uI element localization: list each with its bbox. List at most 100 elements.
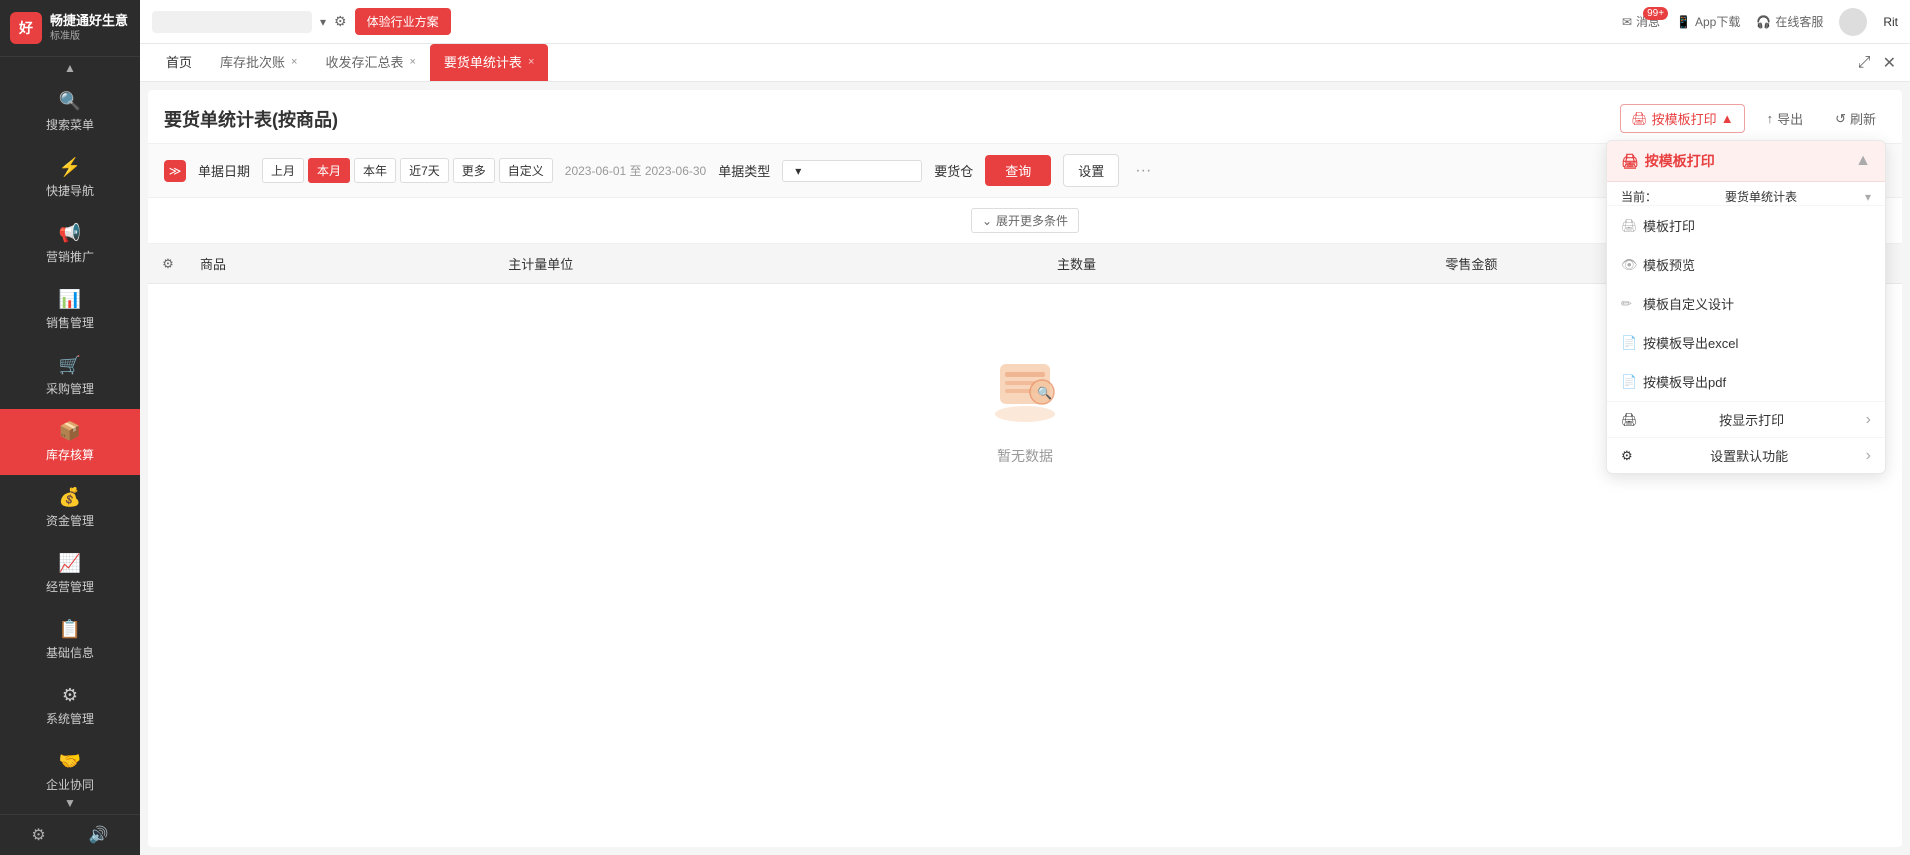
template-custom-label: 模板自定义设计 bbox=[1643, 294, 1734, 313]
print-dropdown-close-btn[interactable]: ▲ bbox=[1855, 152, 1871, 170]
refresh-label: 刷新 bbox=[1850, 109, 1876, 128]
date-buttons: 上月 本月 本年 近7天 更多 自定义 bbox=[262, 158, 553, 183]
expand-icon: ⌄ bbox=[982, 214, 992, 228]
current-template-label: 当前： 要货单统计表 ▾ bbox=[1607, 182, 1885, 206]
date-btn-more[interactable]: 更多 bbox=[453, 158, 495, 183]
print-icon: 🖨 bbox=[1631, 111, 1648, 127]
tab-inventory-batch[interactable]: 库存批次账 × bbox=[206, 44, 311, 81]
tab-inventory-batch-label: 库存批次账 bbox=[220, 52, 285, 71]
purchase-icon: 🛒 bbox=[59, 355, 81, 376]
dropdown-item-template-preview[interactable]: 👁 模板预览 bbox=[1607, 245, 1885, 284]
sidebar-speaker-btn[interactable]: 🔊 bbox=[89, 825, 109, 845]
sidebar-item-sales[interactable]: 📊 销售管理 bbox=[0, 277, 140, 343]
service-label: 在线客服 bbox=[1775, 13, 1823, 30]
main-area: ▾ ⚙ 体验行业方案 ✉ 消息 99+ 📱 App下载 🎧 在线客服 Rit 首… bbox=[140, 0, 1910, 855]
sidebar-item-marketing[interactable]: 📢 营销推广 bbox=[0, 211, 140, 277]
sidebar-item-finance[interactable]: 💰 资金管理 bbox=[0, 475, 140, 541]
print-dropdown: 🖨 按模板打印 ▲ 当前： 要货单统计表 ▾ 🖨 模板打印 👁 模板预览 ✏ 模 bbox=[1606, 140, 1886, 474]
app-logo: 好 畅捷通好生意 标准版 bbox=[0, 0, 140, 57]
sidebar-item-label: 企业协同 bbox=[46, 776, 94, 792]
date-btn-this-year[interactable]: 本年 bbox=[354, 158, 396, 183]
search-input[interactable] bbox=[152, 11, 312, 33]
corp-icon: 🤝 bbox=[59, 751, 81, 772]
system-icon: ⚙ bbox=[62, 685, 78, 706]
sidebar-item-search[interactable]: 🔍 搜索菜单 bbox=[0, 79, 140, 145]
tab-receivable-summary-close[interactable]: × bbox=[409, 56, 415, 68]
tab-maximize-btn[interactable]: ⤢ bbox=[1856, 52, 1873, 74]
trial-button[interactable]: 体验行业方案 bbox=[355, 8, 451, 35]
sidebar-item-system[interactable]: ⚙ 系统管理 bbox=[0, 673, 140, 739]
inventory-icon: 📦 bbox=[59, 421, 81, 442]
finance-icon: 💰 bbox=[59, 487, 81, 508]
sidebar-item-quicknav[interactable]: ⚡ 快捷导航 bbox=[0, 145, 140, 211]
scroll-up-btn[interactable]: ▲ bbox=[0, 57, 140, 79]
topbar-app-download[interactable]: 📱 App下载 bbox=[1676, 13, 1740, 30]
template-print-icon: 🖨 bbox=[1621, 218, 1638, 234]
current-template-name: 要货单统计表 bbox=[1725, 188, 1797, 205]
username-label[interactable]: Rit bbox=[1883, 15, 1898, 29]
dropdown-sub-display-print[interactable]: 🖨 按显示打印 bbox=[1607, 401, 1885, 437]
settings-button[interactable]: 设置 bbox=[1063, 154, 1119, 187]
topbar-gear-icon[interactable]: ⚙ bbox=[334, 13, 347, 30]
dropdown-sub-set-default[interactable]: ⚙ 设置默认功能 bbox=[1607, 437, 1885, 473]
export-button[interactable]: ↑ 导出 bbox=[1757, 105, 1814, 132]
user-avatar[interactable] bbox=[1839, 8, 1867, 36]
topbar-dropdown[interactable]: ▾ bbox=[320, 15, 326, 29]
operation-icon: 📈 bbox=[59, 553, 81, 574]
tab-close-all-btn[interactable]: ✕ bbox=[1881, 51, 1898, 75]
tab-receivable-summary[interactable]: 收发存汇总表 × bbox=[311, 44, 429, 81]
template-pdf-label: 按模板导出pdf bbox=[1643, 372, 1726, 391]
expand-more-conditions-btn[interactable]: ⌄ 展开更多条件 bbox=[971, 208, 1079, 233]
dropdown-item-template-print[interactable]: 🖨 模板打印 bbox=[1607, 206, 1885, 245]
template-pdf-icon: 📄 bbox=[1621, 374, 1637, 390]
query-button[interactable]: 查询 bbox=[985, 155, 1051, 186]
topbar-message[interactable]: ✉ 消息 99+ bbox=[1622, 13, 1660, 30]
empty-icon: 🔍 bbox=[980, 344, 1070, 434]
goods-filter-label: 要货仓 bbox=[934, 161, 973, 180]
sidebar-item-label: 基础信息 bbox=[46, 644, 94, 661]
print-dropdown-header: 🖨 按模板打印 ▲ bbox=[1607, 141, 1885, 182]
current-arrow[interactable]: ▾ bbox=[1865, 190, 1871, 204]
date-btn-custom[interactable]: 自定义 bbox=[499, 158, 553, 183]
tab-order-stats[interactable]: 要货单统计表 × bbox=[430, 44, 548, 81]
scroll-down-btn[interactable]: ▼ bbox=[0, 792, 140, 814]
sidebar-item-basic[interactable]: 📋 基础信息 bbox=[0, 607, 140, 673]
current-prefix: 当前： bbox=[1621, 188, 1657, 205]
empty-text: 暂无数据 bbox=[997, 446, 1053, 466]
template-preview-label: 模板预览 bbox=[1643, 255, 1695, 274]
date-btn-this-month[interactable]: 本月 bbox=[308, 158, 350, 183]
svg-text:🔍: 🔍 bbox=[1037, 385, 1052, 400]
filter-expand-left-btn[interactable]: ≫ bbox=[164, 160, 186, 182]
sidebar-item-label: 资金管理 bbox=[46, 512, 94, 529]
th-qty: 主数量 bbox=[1045, 244, 1433, 284]
tab-order-stats-close[interactable]: × bbox=[528, 56, 534, 68]
template-preview-icon: 👁 bbox=[1621, 257, 1638, 273]
type-filter-select[interactable]: ▾ bbox=[782, 160, 922, 182]
export-icon: ↑ bbox=[1767, 111, 1774, 126]
refresh-button[interactable]: ↺ 刷新 bbox=[1825, 105, 1886, 132]
sidebar-item-label: 经营管理 bbox=[46, 578, 94, 595]
tab-inventory-batch-close[interactable]: × bbox=[291, 56, 297, 68]
more-actions-btn[interactable]: ··· bbox=[1131, 162, 1155, 180]
topbar-online-service[interactable]: 🎧 在线客服 bbox=[1756, 13, 1823, 30]
sidebar-item-corp[interactable]: 🤝 企业协同 bbox=[0, 739, 140, 792]
print-dropdown-title-label: 按模板打印 bbox=[1645, 151, 1715, 171]
date-btn-last-month[interactable]: 上月 bbox=[262, 158, 304, 183]
th-settings[interactable]: ⚙ bbox=[148, 244, 188, 284]
date-btn-7days[interactable]: 近7天 bbox=[400, 158, 449, 183]
display-print-label: 按显示打印 bbox=[1719, 410, 1784, 429]
template-custom-icon: ✏ bbox=[1621, 296, 1632, 312]
dropdown-item-template-excel[interactable]: 📄 按模板导出excel bbox=[1607, 323, 1885, 362]
tab-home[interactable]: 首页 bbox=[152, 44, 206, 81]
template-excel-icon: 📄 bbox=[1621, 335, 1637, 351]
print-button[interactable]: 🖨 按模板打印 ▲ bbox=[1620, 104, 1744, 133]
sidebar-settings-btn[interactable]: ⚙ bbox=[31, 825, 45, 845]
dropdown-item-template-custom[interactable]: ✏ 模板自定义设计 bbox=[1607, 284, 1885, 323]
sidebar-item-operation[interactable]: 📈 经营管理 bbox=[0, 541, 140, 607]
column-settings-icon[interactable]: ⚙ bbox=[162, 256, 174, 271]
sidebar-item-inventory[interactable]: 📦 库存核算 bbox=[0, 409, 140, 475]
message-icon: ✉ bbox=[1622, 15, 1632, 29]
dropdown-item-template-pdf[interactable]: 📄 按模板导出pdf bbox=[1607, 362, 1885, 401]
sidebar-item-purchase[interactable]: 🛒 采购管理 bbox=[0, 343, 140, 409]
page-content: 要货单统计表(按商品) 🖨 按模板打印 ▲ ↑ 导出 ↺ 刷新 ≫ bbox=[148, 90, 1902, 847]
